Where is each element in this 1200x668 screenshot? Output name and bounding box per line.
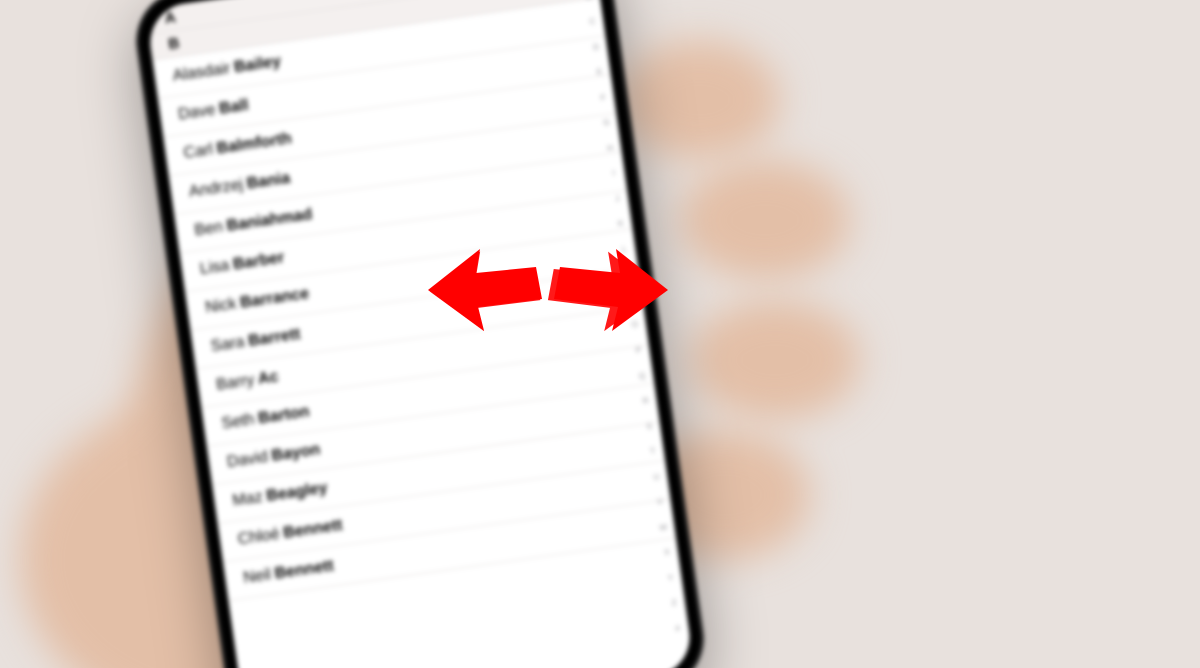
contact-first: Ben: [193, 218, 224, 240]
index-letter[interactable]: #: [670, 624, 685, 634]
index-letter[interactable]: P: [631, 346, 646, 356]
index-letter[interactable]: J: [610, 194, 625, 204]
contacts-screen[interactable]: A B AlasdairBailey DaveBall CarlBalmfort…: [145, 0, 694, 668]
contact-first: Dave: [177, 101, 217, 124]
contact-first: David: [226, 448, 269, 472]
contact-first: Seth: [221, 411, 256, 433]
index-letter[interactable]: K: [613, 219, 628, 229]
index-letter[interactable]: I: [606, 169, 621, 179]
contact-last: Barber: [232, 249, 286, 274]
index-letter[interactable]: L: [617, 245, 632, 255]
index-letter[interactable]: M: [620, 270, 635, 280]
contact-last: Bailey: [233, 53, 282, 77]
index-letter[interactable]: O: [628, 320, 643, 330]
index-letter[interactable]: D: [588, 42, 603, 52]
index-letter[interactable]: W: [656, 523, 671, 533]
phone-frame: A B AlasdairBailey DaveBall CarlBalmfort…: [129, 0, 710, 668]
contact-first: Chloé: [237, 526, 281, 550]
contact-first: Carl: [183, 141, 215, 163]
contact-last: Barrance: [239, 285, 310, 312]
index-letter[interactable]: Q: [635, 371, 650, 381]
index-letter[interactable]: C: [585, 17, 600, 27]
contact-first: Alasdair: [172, 60, 232, 86]
contact-last: Balmforth: [216, 130, 293, 158]
contact-last: Ac: [257, 368, 280, 389]
contact-last: Baniahmad: [226, 206, 314, 236]
index-letter[interactable]: T: [645, 447, 660, 457]
contact-first: Nick: [204, 295, 237, 317]
index-letter[interactable]: Y: [663, 573, 678, 583]
contact-first: Andrzej: [188, 176, 244, 201]
contact-last: Barrett: [247, 326, 301, 351]
contact-last: Bennett: [274, 557, 335, 583]
index-letter[interactable]: G: [599, 118, 614, 128]
index-letter[interactable]: Z: [667, 599, 682, 609]
index-letter[interactable]: V: [652, 497, 667, 507]
index-letter[interactable]: N: [624, 295, 639, 305]
index-letter[interactable]: B: [581, 0, 596, 2]
index-letter[interactable]: S: [642, 422, 657, 432]
index-letter[interactable]: E: [592, 68, 607, 78]
index-letter[interactable]: X: [660, 548, 675, 558]
index-letter[interactable]: H: [603, 143, 618, 153]
contact-last: Ball: [218, 97, 250, 119]
contact-last: Bania: [246, 170, 292, 194]
contact-first: Sara: [210, 334, 246, 357]
contact-first: Maz: [231, 489, 263, 511]
contact-first: Lisa: [199, 257, 231, 279]
contact-last: Bennett: [282, 517, 343, 543]
index-letter[interactable]: R: [638, 396, 653, 406]
index-letter[interactable]: U: [649, 472, 664, 482]
contact-last: Bayon: [270, 441, 321, 466]
contact-first: Barry: [215, 372, 255, 395]
index-letter[interactable]: F: [596, 93, 611, 103]
contact-last: Barton: [257, 403, 311, 428]
contact-last: Beagley: [265, 479, 328, 505]
contact-first: Neil: [242, 566, 272, 588]
